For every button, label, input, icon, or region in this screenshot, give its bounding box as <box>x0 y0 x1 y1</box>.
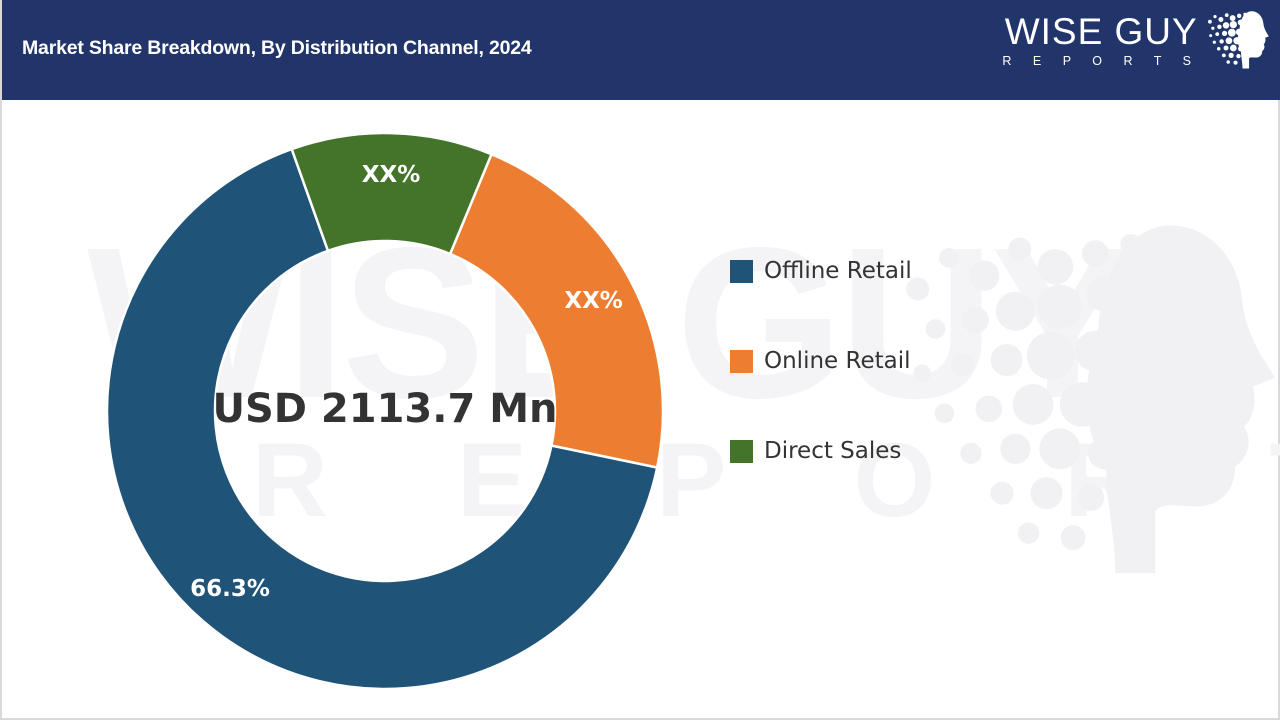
legend-item-direct-sales: Direct Sales <box>730 438 912 464</box>
header-bar: Market Share Breakdown, By Distribution … <box>2 0 1280 100</box>
slice-label-1: XX% <box>564 287 623 314</box>
brand-face-icon <box>1204 10 1270 70</box>
legend-label: Offline Retail <box>764 258 912 284</box>
brand-logo-text: WISE GUY R E P O R T S <box>1002 13 1200 68</box>
legend-label: Direct Sales <box>764 438 902 464</box>
brand-logo: WISE GUY R E P O R T S <box>1002 10 1270 70</box>
watermark-face-icon <box>882 218 1280 582</box>
brand-subname: R E P O R T S <box>1002 53 1200 68</box>
legend-item-offline-retail: Offline Retail <box>730 258 912 284</box>
report-card: WISE GUY R E P O R T S Market Share Brea… <box>0 0 1280 720</box>
legend-swatch <box>730 439 753 463</box>
legend-swatch <box>730 259 753 283</box>
donut-chart: USD 2113.7 Mn 66.3% XX% XX% <box>105 131 665 691</box>
page-title: Market Share Breakdown, By Distribution … <box>22 36 532 59</box>
slice-label-2: XX% <box>361 162 421 189</box>
donut-center-value: USD 2113.7 Mn <box>212 386 558 432</box>
legend-swatch <box>730 349 753 373</box>
slice-label-0: 66.3% <box>190 575 270 602</box>
brand-name: WISE GUY <box>1004 10 1198 52</box>
legend-item-online-retail: Online Retail <box>730 348 912 374</box>
legend-label: Online Retail <box>764 348 911 374</box>
chart-legend: Offline Retail Online Retail Direct Sale… <box>730 258 912 528</box>
